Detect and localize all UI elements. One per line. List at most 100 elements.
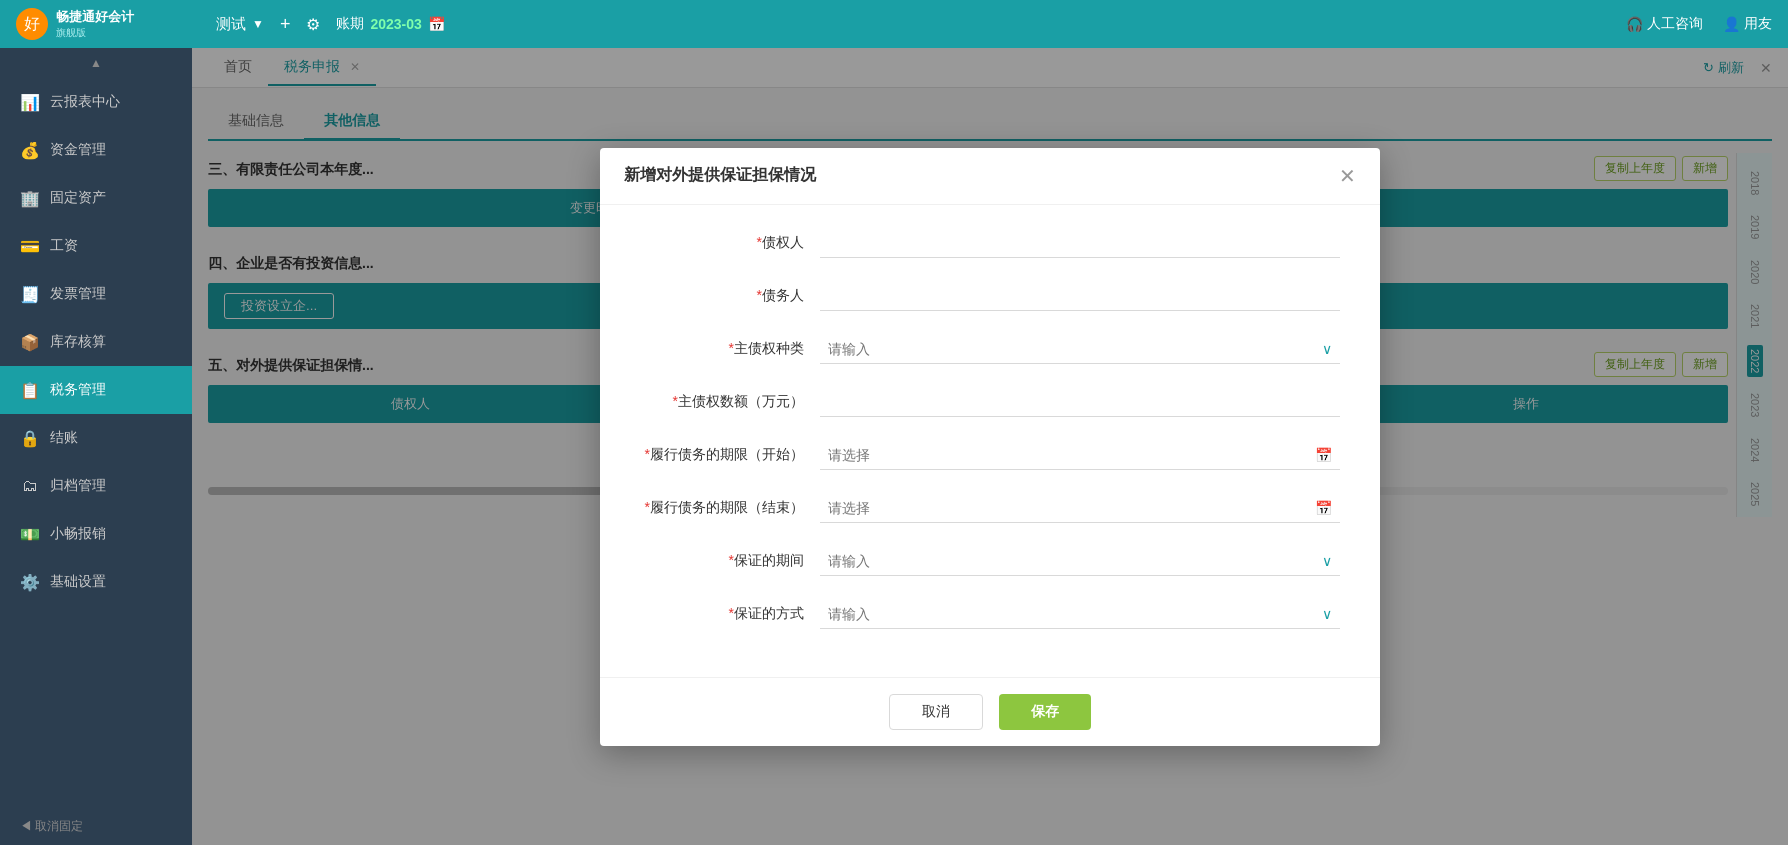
modal-header: 新增对外提供保证担保情况 ✕ xyxy=(600,148,1380,205)
form-row-claim-type: *主债权种类 ∨ xyxy=(640,335,1340,364)
invoices-icon: 🧾 xyxy=(20,284,40,304)
unpin-icon: ◀ xyxy=(20,819,32,833)
input-claim-amount[interactable] xyxy=(820,388,1340,417)
date-wrap-period-start: 📅 xyxy=(820,441,1340,470)
logo-sub-text: 旗舰版 xyxy=(56,26,134,40)
required-star-guarantee-method: * xyxy=(729,605,734,621)
sidebar-item-closing[interactable]: 🔒 结账 xyxy=(0,414,192,462)
fixed-assets-icon: 🏢 xyxy=(20,188,40,208)
sidebar-label-fixed-assets: 固定资产 xyxy=(50,189,106,207)
sidebar-unpin-button[interactable]: ◀ 取消固定 xyxy=(0,808,192,845)
company-name: 测试 xyxy=(216,15,246,34)
headset-icon: 🎧 xyxy=(1626,16,1643,32)
header-actions: 🎧 人工咨询 👤 用友 xyxy=(1626,15,1772,33)
required-star-guarantee-period: * xyxy=(729,552,734,568)
period-value: 2023-03 xyxy=(370,16,421,32)
payroll-icon: 💳 xyxy=(20,236,40,256)
sidebar-item-settings[interactable]: ⚙️ 基础设置 xyxy=(0,558,192,606)
logo-area: 好 畅捷通好会计 旗舰版 xyxy=(16,8,208,40)
label-guarantee-method: *保证的方式 xyxy=(640,605,820,623)
sidebar-item-expense[interactable]: 💵 小畅报销 xyxy=(0,510,192,558)
modal-overlay: 新增对外提供保证担保情况 ✕ *债权人 xyxy=(192,48,1788,845)
closing-icon: 🔒 xyxy=(20,428,40,448)
modal-footer: 取消 保存 xyxy=(600,677,1380,746)
sidebar-label-tax: 税务管理 xyxy=(50,381,106,399)
top-header: 好 畅捷通好会计 旗舰版 测试 ▼ + ⚙ 账期 2023-03 📅 🎧 人工咨… xyxy=(0,0,1788,48)
required-star-claim-amount: * xyxy=(673,393,678,409)
page-area: 首页 税务申报 ✕ ↻ 刷新 ✕ xyxy=(192,48,1788,845)
modal-body: *债权人 *债务人 xyxy=(600,205,1380,677)
select-guarantee-period[interactable] xyxy=(820,547,1340,576)
sidebar-item-cloud-reports[interactable]: 📊 云报表中心 xyxy=(0,78,192,126)
settings-sidebar-icon: ⚙️ xyxy=(20,572,40,592)
logo-main-text: 畅捷通好会计 xyxy=(56,8,134,26)
dropdown-arrow-icon[interactable]: ▼ xyxy=(252,17,264,31)
sidebar: ▲ 📊 云报表中心 💰 资金管理 🏢 固定资产 💳 工资 xyxy=(0,48,192,845)
modal-close-button[interactable]: ✕ xyxy=(1339,164,1356,188)
main-content: ▲ 📊 云报表中心 💰 资金管理 🏢 固定资产 💳 工资 xyxy=(0,48,1788,845)
sidebar-item-inventory[interactable]: 📦 库存核算 xyxy=(0,318,192,366)
tax-icon: 📋 xyxy=(20,380,40,400)
calendar-icon[interactable]: 📅 xyxy=(428,16,445,32)
sidebar-scroll-up[interactable]: ▲ xyxy=(0,48,192,78)
form-row-period-start: *履行债务的期限（开始） 📅 xyxy=(640,441,1340,470)
cancel-button[interactable]: 取消 xyxy=(889,694,983,730)
label-claim-amount: *主债权数额（万元） xyxy=(640,393,820,411)
label-debtor: *债务人 xyxy=(640,287,820,305)
cloud-reports-icon: 📊 xyxy=(20,92,40,112)
input-debtor[interactable] xyxy=(820,282,1340,311)
sidebar-item-tax[interactable]: 📋 税务管理 xyxy=(0,366,192,414)
expense-icon: 💵 xyxy=(20,524,40,544)
input-period-start[interactable] xyxy=(820,441,1340,470)
sidebar-label-archive: 归档管理 xyxy=(50,477,106,495)
form-row-creditor: *债权人 xyxy=(640,229,1340,258)
form-row-period-end: *履行债务的期限（结束） 📅 xyxy=(640,494,1340,523)
add-icon[interactable]: + xyxy=(280,14,291,35)
select-wrap-guarantee-period: ∨ xyxy=(820,547,1340,576)
input-creditor[interactable] xyxy=(820,229,1340,258)
label-period-start: *履行债务的期限（开始） xyxy=(640,446,820,464)
sidebar-item-fixed-assets[interactable]: 🏢 固定资产 xyxy=(0,174,192,222)
save-button[interactable]: 保存 xyxy=(999,694,1091,730)
label-guarantee-period: *保证的期间 xyxy=(640,552,820,570)
input-period-end[interactable] xyxy=(820,494,1340,523)
required-star: * xyxy=(757,234,762,250)
sidebar-label-settings: 基础设置 xyxy=(50,573,106,591)
label-claim-type: *主债权种类 xyxy=(640,340,820,358)
form-row-guarantee-period: *保证的期间 ∨ xyxy=(640,547,1340,576)
select-wrap-claim-type: ∨ xyxy=(820,335,1340,364)
sidebar-nav: 📊 云报表中心 💰 资金管理 🏢 固定资产 💳 工资 🧾 发票管理 xyxy=(0,78,192,808)
select-claim-type[interactable] xyxy=(820,335,1340,364)
select-wrap-guarantee-method: ∨ xyxy=(820,600,1340,629)
form-row-debtor: *债务人 xyxy=(640,282,1340,311)
sidebar-label-cloud-reports: 云报表中心 xyxy=(50,93,120,111)
modal-title: 新增对外提供保证担保情况 xyxy=(624,165,816,186)
form-row-claim-amount: *主债权数额（万元） xyxy=(640,388,1340,417)
sidebar-item-payroll[interactable]: 💳 工资 xyxy=(0,222,192,270)
sidebar-item-archive[interactable]: 🗂 归档管理 xyxy=(0,462,192,510)
required-star-debtor: * xyxy=(757,287,762,303)
required-star-period-end: * xyxy=(645,499,650,515)
modal-dialog: 新增对外提供保证担保情况 ✕ *债权人 xyxy=(600,148,1380,746)
sidebar-label-invoices: 发票管理 xyxy=(50,285,106,303)
select-guarantee-method[interactable] xyxy=(820,600,1340,629)
sidebar-label-funds: 资金管理 xyxy=(50,141,106,159)
required-star-claim-type: * xyxy=(729,340,734,356)
sidebar-label-expense: 小畅报销 xyxy=(50,525,106,543)
sidebar-label-payroll: 工资 xyxy=(50,237,78,255)
logo-icon: 好 xyxy=(16,8,48,40)
form-row-guarantee-method: *保证的方式 ∨ xyxy=(640,600,1340,629)
support-button[interactable]: 🎧 人工咨询 xyxy=(1626,15,1703,33)
date-wrap-period-end: 📅 xyxy=(820,494,1340,523)
app-container: 好 畅捷通好会计 旗舰版 测试 ▼ + ⚙ 账期 2023-03 📅 🎧 人工咨… xyxy=(0,0,1788,845)
label-period-end: *履行债务的期限（结束） xyxy=(640,499,820,517)
sidebar-item-invoices[interactable]: 🧾 发票管理 xyxy=(0,270,192,318)
required-star-period-start: * xyxy=(645,446,650,462)
sidebar-label-closing: 结账 xyxy=(50,429,78,447)
funds-icon: 💰 xyxy=(20,140,40,160)
user-button[interactable]: 👤 用友 xyxy=(1723,15,1772,33)
sidebar-item-funds[interactable]: 💰 资金管理 xyxy=(0,126,192,174)
label-creditor: *债权人 xyxy=(640,234,820,252)
logo-text-block: 畅捷通好会计 旗舰版 xyxy=(56,8,134,40)
settings-icon[interactable]: ⚙ xyxy=(306,15,320,34)
